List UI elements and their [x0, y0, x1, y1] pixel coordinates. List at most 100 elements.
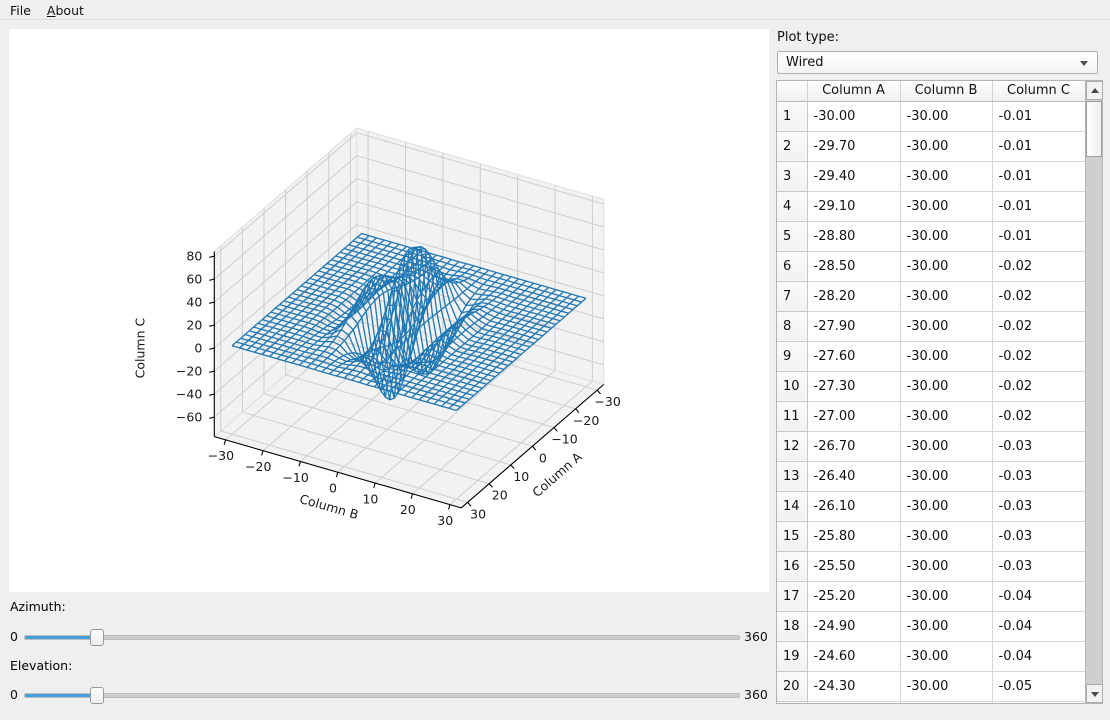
value-cell[interactable]: -0.03: [992, 491, 1085, 521]
value-cell[interactable]: -30.00: [900, 371, 992, 401]
menu-item-about[interactable]: About: [39, 1, 92, 21]
row-number-cell[interactable]: 12: [777, 431, 807, 461]
row-number-cell[interactable]: 10: [777, 371, 807, 401]
value-cell[interactable]: [992, 701, 1085, 704]
row-number-cell[interactable]: 7: [777, 281, 807, 311]
row-number-cell[interactable]: 11: [777, 401, 807, 431]
value-cell[interactable]: -30.00: [900, 581, 992, 611]
table-corner-cell[interactable]: [777, 81, 807, 101]
value-cell[interactable]: -0.04: [992, 581, 1085, 611]
column-header-a[interactable]: Column A: [807, 81, 900, 101]
value-cell[interactable]: -0.02: [992, 371, 1085, 401]
elevation-slider-track[interactable]: [24, 693, 740, 698]
row-number-cell[interactable]: 4: [777, 191, 807, 221]
scrollbar-down-button[interactable]: [1086, 684, 1103, 703]
value-cell[interactable]: -27.00: [807, 401, 900, 431]
value-cell[interactable]: -27.30: [807, 371, 900, 401]
row-number-cell[interactable]: 3: [777, 161, 807, 191]
value-cell[interactable]: -30.00: [900, 161, 992, 191]
value-cell[interactable]: -0.01: [992, 161, 1085, 191]
value-cell[interactable]: -0.01: [992, 191, 1085, 221]
row-number-cell[interactable]: 9: [777, 341, 807, 371]
value-cell[interactable]: -0.03: [992, 431, 1085, 461]
value-cell[interactable]: -0.01: [992, 131, 1085, 161]
value-cell[interactable]: -0.02: [992, 311, 1085, 341]
value-cell[interactable]: -28.80: [807, 221, 900, 251]
value-cell[interactable]: -27.90: [807, 311, 900, 341]
value-cell[interactable]: -29.10: [807, 191, 900, 221]
row-number-cell[interactable]: 5: [777, 221, 807, 251]
value-cell[interactable]: -0.04: [992, 611, 1085, 641]
value-cell[interactable]: -30.00: [900, 671, 992, 701]
value-cell[interactable]: -30.00: [900, 101, 992, 131]
row-number-cell[interactable]: 17: [777, 581, 807, 611]
value-cell[interactable]: -28.50: [807, 251, 900, 281]
value-cell[interactable]: -24.90: [807, 611, 900, 641]
value-cell[interactable]: -30.00: [900, 191, 992, 221]
row-number-cell[interactable]: 1: [777, 101, 807, 131]
value-cell[interactable]: -30.00: [807, 101, 900, 131]
row-number-cell[interactable]: 20: [777, 671, 807, 701]
row-number-cell[interactable]: 16: [777, 551, 807, 581]
value-cell[interactable]: -29.70: [807, 131, 900, 161]
elevation-slider-handle[interactable]: [90, 687, 104, 704]
value-cell[interactable]: -0.03: [992, 551, 1085, 581]
value-cell[interactable]: -26.10: [807, 491, 900, 521]
value-cell[interactable]: -0.02: [992, 341, 1085, 371]
scrollbar-thumb[interactable]: [1086, 101, 1102, 157]
value-cell[interactable]: -30.00: [900, 131, 992, 161]
value-cell[interactable]: -0.04: [992, 641, 1085, 671]
row-number-cell[interactable]: 14: [777, 491, 807, 521]
value-cell[interactable]: -25.20: [807, 581, 900, 611]
menu-item-file[interactable]: File: [2, 1, 39, 21]
scrollbar-up-button[interactable]: [1086, 81, 1103, 100]
value-cell[interactable]: -30.00: [900, 281, 992, 311]
value-cell[interactable]: -0.03: [992, 461, 1085, 491]
value-cell[interactable]: -30.00: [900, 251, 992, 281]
row-number-cell[interactable]: 15: [777, 521, 807, 551]
value-cell[interactable]: -30.00: [900, 341, 992, 371]
value-cell[interactable]: -26.70: [807, 431, 900, 461]
azimuth-slider-handle[interactable]: [90, 629, 104, 646]
row-number-cell[interactable]: 2: [777, 131, 807, 161]
value-cell[interactable]: -0.01: [992, 101, 1085, 131]
value-cell[interactable]: -0.01: [992, 221, 1085, 251]
azimuth-slider-track[interactable]: [24, 635, 740, 640]
elevation-slider[interactable]: 0 360: [0, 687, 770, 707]
value-cell[interactable]: -27.60: [807, 341, 900, 371]
value-cell[interactable]: -0.05: [992, 671, 1085, 701]
value-cell[interactable]: -0.02: [992, 401, 1085, 431]
value-cell[interactable]: -30.00: [900, 551, 992, 581]
value-cell[interactable]: -25.50: [807, 551, 900, 581]
row-number-cell[interactable]: 8: [777, 311, 807, 341]
value-cell[interactable]: -29.40: [807, 161, 900, 191]
value-cell[interactable]: -30.00: [900, 311, 992, 341]
value-cell[interactable]: [900, 701, 992, 704]
value-cell[interactable]: -24.30: [807, 671, 900, 701]
column-header-c[interactable]: Column C: [992, 81, 1085, 101]
table-scrollbar[interactable]: [1085, 81, 1102, 703]
value-cell[interactable]: -0.03: [992, 521, 1085, 551]
value-cell[interactable]: -30.00: [900, 431, 992, 461]
column-header-b[interactable]: Column B: [900, 81, 992, 101]
value-cell[interactable]: -30.00: [900, 401, 992, 431]
value-cell[interactable]: -28.20: [807, 281, 900, 311]
value-cell[interactable]: -0.02: [992, 251, 1085, 281]
value-cell[interactable]: -0.02: [992, 281, 1085, 311]
row-number-cell[interactable]: 13: [777, 461, 807, 491]
value-cell[interactable]: -30.00: [900, 221, 992, 251]
value-cell[interactable]: -30.00: [900, 521, 992, 551]
value-cell[interactable]: -26.40: [807, 461, 900, 491]
row-number-cell[interactable]: 6: [777, 251, 807, 281]
row-number-cell[interactable]: 18: [777, 611, 807, 641]
value-cell[interactable]: -30.00: [900, 491, 992, 521]
value-cell[interactable]: -24.60: [807, 641, 900, 671]
plot-type-combobox[interactable]: Wired: [777, 51, 1098, 74]
value-cell[interactable]: -25.80: [807, 521, 900, 551]
value-cell[interactable]: -30.00: [900, 611, 992, 641]
azimuth-slider[interactable]: 0 360: [0, 629, 770, 649]
row-number-cell[interactable]: 19: [777, 641, 807, 671]
value-cell[interactable]: [807, 701, 900, 704]
value-cell[interactable]: -30.00: [900, 641, 992, 671]
row-number-cell[interactable]: [777, 701, 807, 704]
